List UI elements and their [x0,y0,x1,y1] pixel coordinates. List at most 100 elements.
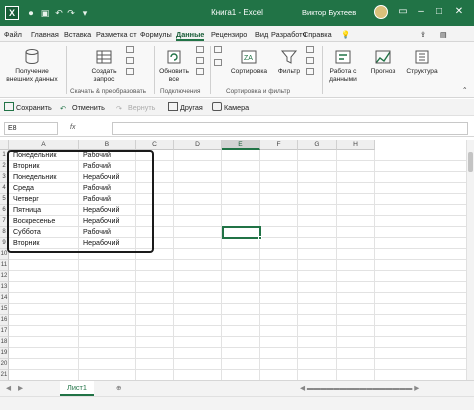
data-tools-button[interactable]: Работа с данными [324,48,362,84]
save-label: Сохранить [16,103,52,112]
maximize-icon[interactable]: □ [432,4,446,20]
row-header-16[interactable]: 16 [0,315,9,326]
column-header-e[interactable]: E [222,140,260,150]
group-connections-label: Подключения [160,88,201,95]
row-header-21[interactable]: 21 [0,370,9,380]
filter-button[interactable]: Фильтр [274,48,304,76]
fx-icon[interactable]: fx [70,122,75,134]
new-query-button[interactable]: Создать запрос [86,48,122,84]
outline-icon [415,50,429,64]
row-header-12[interactable]: 12 [0,271,9,282]
redo-button[interactable]: ↷ Вернуть [116,102,155,113]
next-sheet-icon[interactable]: ▶ [18,384,23,393]
camera-button[interactable]: Камера [212,102,249,113]
from-text-button[interactable] [126,46,137,55]
close-icon[interactable]: ✕ [452,4,466,20]
gridline [173,150,174,380]
reapply-filter-button[interactable] [306,57,317,66]
gridline [9,303,466,304]
comment-icon[interactable]: ▤ [440,28,447,41]
column-header-a[interactable]: A [9,140,79,150]
filter-label: Фильтр [277,68,301,75]
active-cell[interactable] [222,226,262,240]
gridline [374,150,375,380]
sort-az-button[interactable] [214,46,225,55]
column-header-g[interactable]: G [298,140,337,150]
add-sheet-icon[interactable]: ⊕ [116,384,122,393]
row-header-20[interactable]: 20 [0,359,9,370]
row-header-18[interactable]: 18 [0,337,9,348]
user-name[interactable]: Виктор Бухтеев [302,8,356,17]
row-header-14[interactable]: 14 [0,293,9,304]
group-separator [322,46,323,94]
column-header-b[interactable]: B [79,140,136,150]
save-button[interactable]: Сохранить [4,102,52,113]
get-data-button[interactable]: Получение внешних данных [4,48,60,84]
links-icon [196,68,204,75]
new-query-label: Создать запрос [91,68,117,83]
minimize-icon[interactable]: – [414,4,428,20]
gridline [9,369,466,370]
tab-page-layout[interactable]: Разметка ст [96,28,137,41]
refresh-all-button[interactable]: Обновить все [156,48,192,84]
properties-button[interactable] [196,57,207,66]
connections-button[interactable] [196,46,207,55]
row-header-17[interactable]: 17 [0,326,9,337]
select-all-corner[interactable] [0,140,9,150]
tab-insert[interactable]: Вставка [64,28,91,41]
row-header-15[interactable]: 15 [0,304,9,315]
from-web-button[interactable] [126,57,137,66]
avatar[interactable] [374,5,388,19]
sort-button[interactable]: ZA Сортировка [228,48,270,76]
ribbon-display-icon[interactable]: ▭ [396,4,410,20]
row-header-19[interactable]: 19 [0,348,9,359]
sort-descending-icon [214,59,222,66]
outline-button[interactable]: Структура [402,48,442,76]
group-sort-filter-label: Сортировка и фильтр [226,88,291,95]
edit-links-button[interactable] [196,68,207,77]
tab-help[interactable]: Справка [303,28,332,41]
tab-developer[interactable]: Разработч [271,28,306,41]
tab-data[interactable]: Данные [176,28,205,41]
sort-za-button[interactable] [214,59,225,68]
forecast-button[interactable]: Прогноз [366,48,400,76]
column-header-c[interactable]: C [136,140,174,150]
column-header-d[interactable]: D [174,140,222,150]
tab-view[interactable]: Вид [255,28,268,41]
row-header-13[interactable]: 13 [0,282,9,293]
row-header-11[interactable]: 11 [0,260,9,271]
vertical-scrollbar[interactable] [466,140,474,380]
tab-home[interactable]: Главная [31,28,59,41]
gridline [9,347,466,348]
name-box[interactable]: E8 [4,122,58,135]
printer-icon [168,102,178,111]
formula-input[interactable] [112,122,468,135]
column-header-h[interactable]: H [337,140,375,150]
clear-filter-button[interactable] [306,46,317,55]
print-button[interactable]: Другая [168,102,203,113]
column-header-f[interactable]: F [260,140,298,150]
tab-file[interactable]: Файл [4,28,22,41]
ribbon: Получение внешних данных Создать запрос … [0,42,474,98]
gridline [9,270,466,271]
sheet-tab[interactable]: Лист1 [60,381,94,396]
group-separator [66,46,67,94]
gridline [336,150,337,380]
undo-button[interactable]: ↶ Отменить [60,102,105,113]
scroll-thumb[interactable] [468,152,473,172]
prev-sheet-icon[interactable]: ◀ [6,384,11,393]
tab-formulas[interactable]: Формулы [140,28,172,41]
share-icon[interactable]: ⇪ [420,28,426,41]
sort-icon: ZA [241,50,257,64]
horizontal-scrollbar-icon[interactable]: ◀ ▬▬▬▬▬▬▬▬▬▬▬▬▬▬▬▬ ▶ [300,384,419,393]
advanced-filter-button[interactable] [306,68,317,77]
filter-icon [280,50,298,64]
fill-handle[interactable] [258,236,262,240]
text-file-icon [126,46,134,53]
collapse-ribbon-icon[interactable]: ⌃ [462,86,468,95]
lightbulb-icon[interactable]: 💡 [341,28,350,41]
tab-review[interactable]: Рецензиро [211,28,247,41]
svg-text:ZA: ZA [244,55,253,62]
web-icon [126,57,134,64]
from-table-button[interactable] [126,68,137,77]
